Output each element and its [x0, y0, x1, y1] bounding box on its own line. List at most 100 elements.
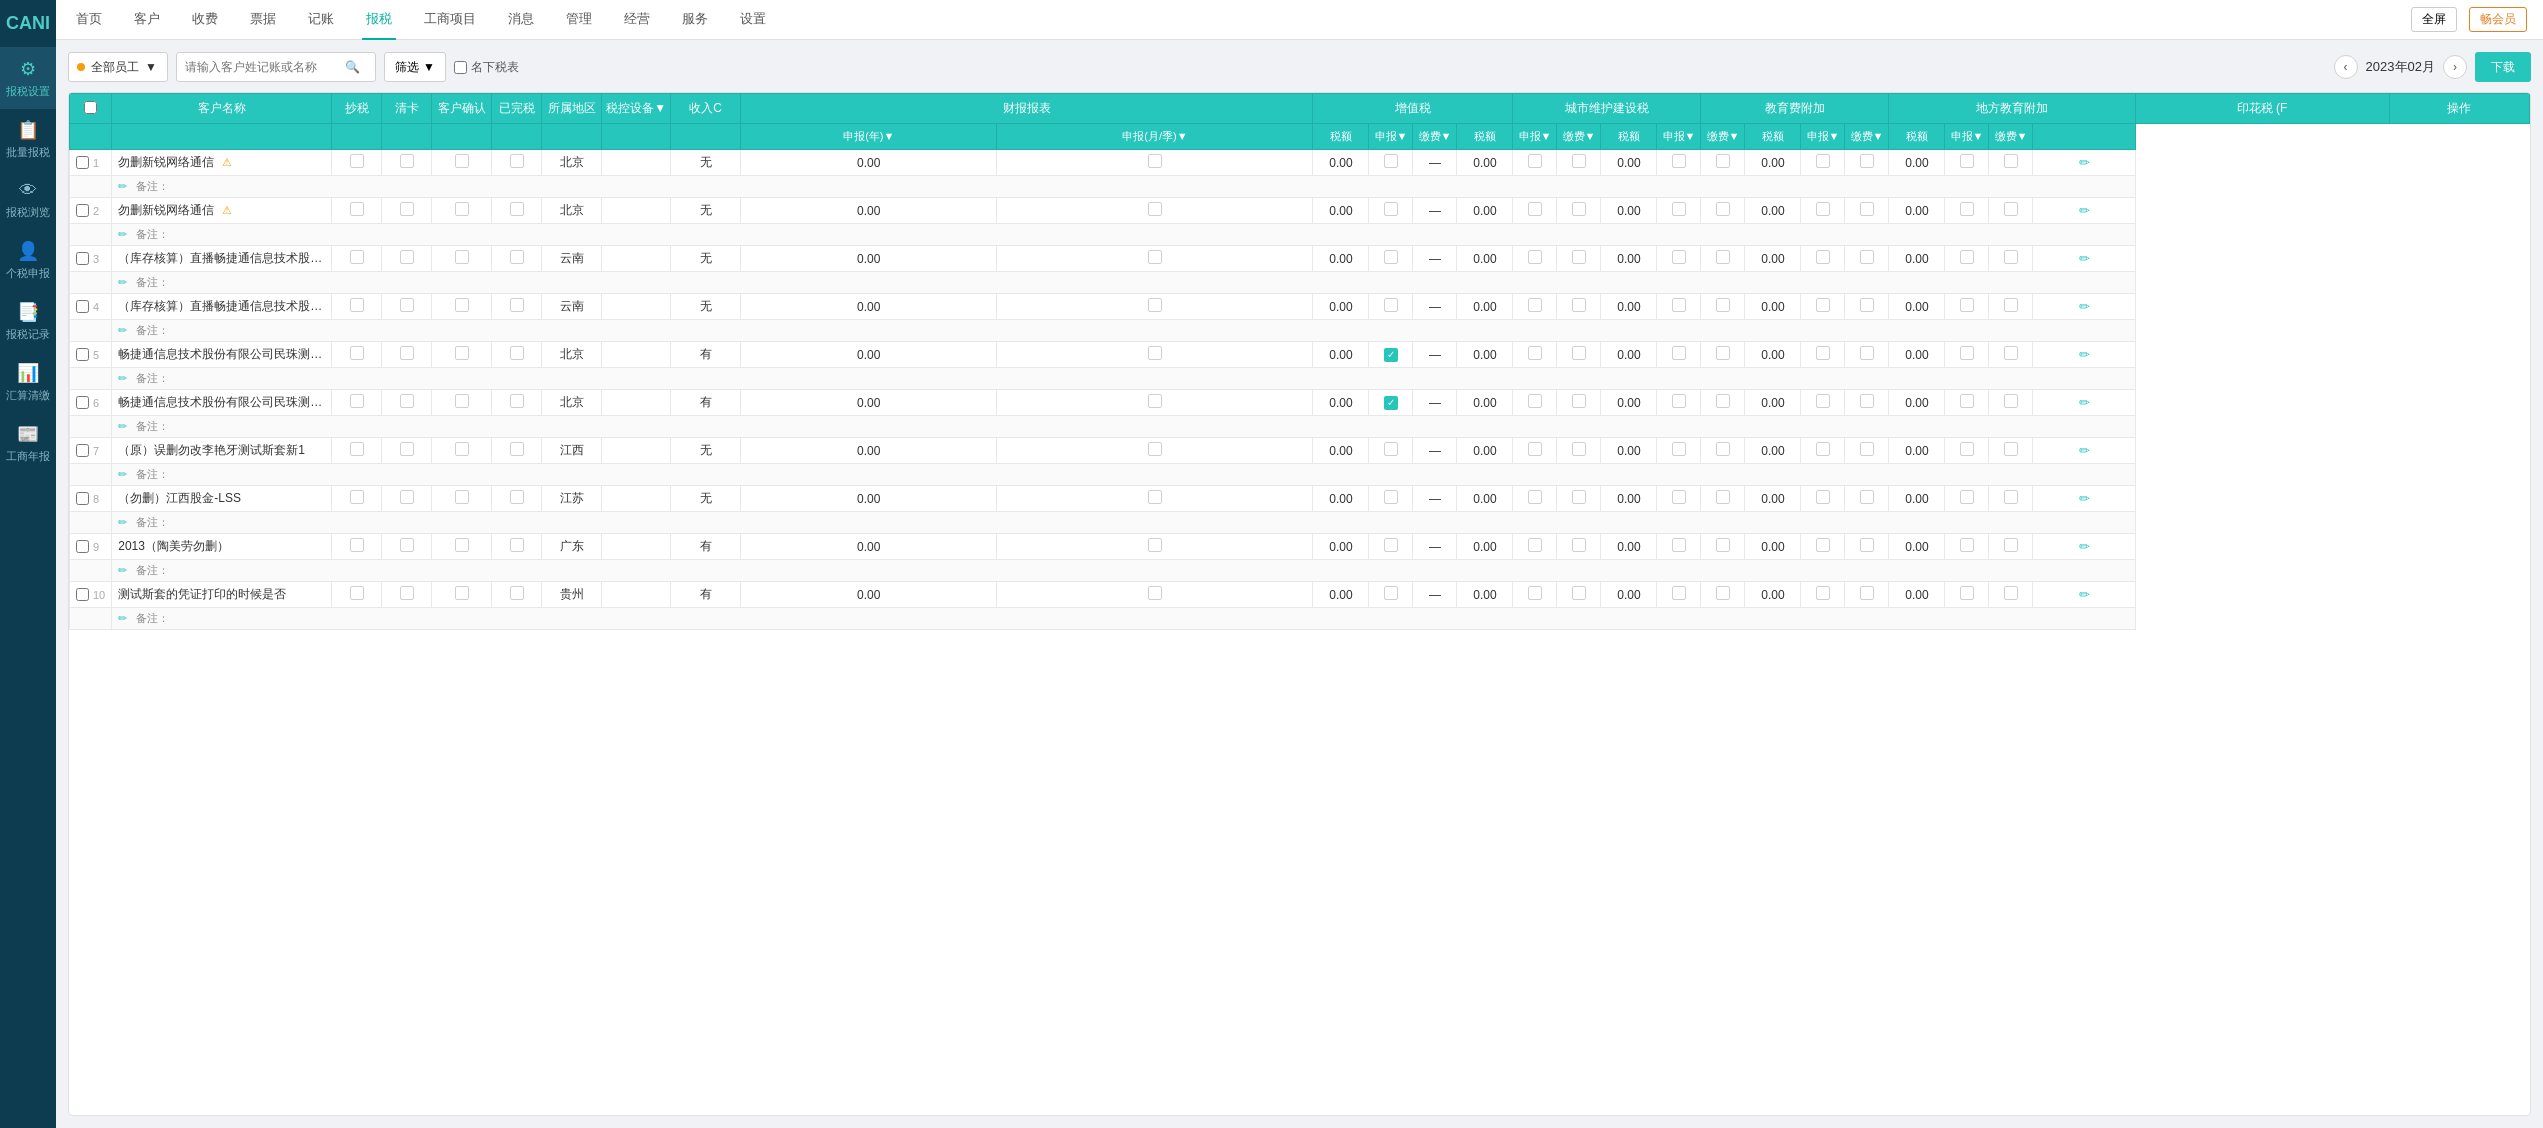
urban-declare-checkbox[interactable]	[1528, 346, 1542, 360]
edu-declare-checkbox[interactable]	[1672, 538, 1686, 552]
nav-operation[interactable]: 经营	[620, 0, 654, 40]
row-checkbox[interactable]	[76, 444, 89, 457]
vat-declare-unchecked[interactable]	[1384, 202, 1398, 216]
edu-pay-checkbox[interactable]	[1716, 490, 1730, 504]
urban-pay-checkbox[interactable]	[1572, 202, 1586, 216]
edu-pay-checkbox[interactable]	[1716, 250, 1730, 264]
stamp-pay-checkbox[interactable]	[2004, 298, 2018, 312]
declared-checkbox[interactable]	[510, 202, 524, 216]
local-declare-checkbox[interactable]	[1816, 490, 1830, 504]
urban-pay-checkbox[interactable]	[1572, 394, 1586, 408]
nav-ticket[interactable]: 票据	[246, 0, 280, 40]
local-pay-checkbox[interactable]	[1860, 298, 1874, 312]
stamp-pay-checkbox[interactable]	[2004, 442, 2018, 456]
urban-pay-checkbox[interactable]	[1572, 250, 1586, 264]
edu-declare-checkbox[interactable]	[1672, 250, 1686, 264]
urban-pay-checkbox[interactable]	[1572, 346, 1586, 360]
urban-declare-checkbox[interactable]	[1528, 490, 1542, 504]
filter-button[interactable]: 筛选 ▼	[384, 52, 446, 82]
sidebar-item-batch-tax[interactable]: 📋 批量报税	[0, 109, 56, 170]
note-edit-icon[interactable]: ✏	[118, 516, 127, 528]
urban-pay-checkbox[interactable]	[1572, 490, 1586, 504]
copy-tax-checkbox[interactable]	[350, 154, 364, 168]
confirm-checkbox[interactable]	[455, 250, 469, 264]
edu-declare-checkbox[interactable]	[1672, 298, 1686, 312]
annual-checkbox[interactable]	[1148, 490, 1162, 504]
stamp-declare-checkbox[interactable]	[1960, 442, 1974, 456]
edu-pay-checkbox[interactable]	[1716, 154, 1730, 168]
edu-declare-checkbox[interactable]	[1672, 346, 1686, 360]
edu-declare-checkbox[interactable]	[1672, 394, 1686, 408]
clear-card-checkbox[interactable]	[400, 394, 414, 408]
annual-checkbox[interactable]	[1148, 154, 1162, 168]
edit-icon[interactable]: ✏	[2079, 203, 2090, 218]
local-declare-checkbox[interactable]	[1816, 394, 1830, 408]
local-pay-checkbox[interactable]	[1860, 442, 1874, 456]
note-edit-icon[interactable]: ✏	[118, 324, 127, 336]
urban-declare-checkbox[interactable]	[1528, 442, 1542, 456]
nav-tax[interactable]: 报税	[362, 0, 396, 40]
copy-tax-checkbox[interactable]	[350, 250, 364, 264]
stamp-declare-checkbox[interactable]	[1960, 490, 1974, 504]
copy-tax-checkbox[interactable]	[350, 298, 364, 312]
urban-declare-checkbox[interactable]	[1528, 586, 1542, 600]
stamp-pay-checkbox[interactable]	[2004, 346, 2018, 360]
row-checkbox[interactable]	[76, 348, 89, 361]
urban-declare-checkbox[interactable]	[1528, 394, 1542, 408]
edit-icon[interactable]: ✏	[2079, 491, 2090, 506]
nav-accounting[interactable]: 记账	[304, 0, 338, 40]
local-pay-checkbox[interactable]	[1860, 538, 1874, 552]
confirm-checkbox[interactable]	[455, 298, 469, 312]
clear-card-checkbox[interactable]	[400, 298, 414, 312]
edit-icon[interactable]: ✏	[2079, 299, 2090, 314]
row-checkbox[interactable]	[76, 300, 89, 313]
vat-declare-unchecked[interactable]	[1384, 538, 1398, 552]
vat-declare-checked[interactable]: ✓	[1384, 396, 1398, 410]
edu-declare-checkbox[interactable]	[1672, 586, 1686, 600]
local-declare-checkbox[interactable]	[1816, 202, 1830, 216]
nav-fee[interactable]: 收费	[188, 0, 222, 40]
urban-pay-checkbox[interactable]	[1572, 442, 1586, 456]
download-button[interactable]: 下载	[2475, 52, 2531, 82]
stamp-declare-checkbox[interactable]	[1960, 586, 1974, 600]
nav-business[interactable]: 工商项目	[420, 0, 480, 40]
local-pay-checkbox[interactable]	[1860, 394, 1874, 408]
stamp-pay-checkbox[interactable]	[2004, 586, 2018, 600]
confirm-checkbox[interactable]	[455, 202, 469, 216]
urban-pay-checkbox[interactable]	[1572, 538, 1586, 552]
employee-select[interactable]: 全部员工 ▼	[68, 52, 168, 82]
note-edit-icon[interactable]: ✏	[118, 564, 127, 576]
urban-pay-checkbox[interactable]	[1572, 586, 1586, 600]
fullscreen-button[interactable]: 全屏	[2411, 7, 2457, 32]
local-declare-checkbox[interactable]	[1816, 298, 1830, 312]
vat-declare-unchecked[interactable]	[1384, 490, 1398, 504]
clear-card-checkbox[interactable]	[400, 538, 414, 552]
local-declare-checkbox[interactable]	[1816, 586, 1830, 600]
declared-checkbox[interactable]	[510, 154, 524, 168]
nav-service[interactable]: 服务	[678, 0, 712, 40]
sidebar-item-tax-settings[interactable]: ⚙ 报税设置	[0, 48, 56, 109]
edit-icon[interactable]: ✏	[2079, 443, 2090, 458]
vat-declare-unchecked[interactable]	[1384, 154, 1398, 168]
copy-tax-checkbox[interactable]	[350, 346, 364, 360]
nav-manage[interactable]: 管理	[562, 0, 596, 40]
note-edit-icon[interactable]: ✏	[118, 420, 127, 432]
stamp-pay-checkbox[interactable]	[2004, 202, 2018, 216]
select-all-checkbox[interactable]	[84, 101, 97, 114]
local-pay-checkbox[interactable]	[1860, 250, 1874, 264]
annual-checkbox[interactable]	[1148, 250, 1162, 264]
clear-card-checkbox[interactable]	[400, 586, 414, 600]
stamp-declare-checkbox[interactable]	[1960, 250, 1974, 264]
urban-pay-checkbox[interactable]	[1572, 154, 1586, 168]
local-declare-checkbox[interactable]	[1816, 250, 1830, 264]
vat-declare-unchecked[interactable]	[1384, 298, 1398, 312]
declared-checkbox[interactable]	[510, 442, 524, 456]
declared-checkbox[interactable]	[510, 490, 524, 504]
edu-declare-checkbox[interactable]	[1672, 202, 1686, 216]
edu-pay-checkbox[interactable]	[1716, 202, 1730, 216]
annual-checkbox[interactable]	[1148, 346, 1162, 360]
edu-pay-checkbox[interactable]	[1716, 538, 1730, 552]
local-pay-checkbox[interactable]	[1860, 346, 1874, 360]
annual-checkbox[interactable]	[1148, 202, 1162, 216]
copy-tax-checkbox[interactable]	[350, 394, 364, 408]
